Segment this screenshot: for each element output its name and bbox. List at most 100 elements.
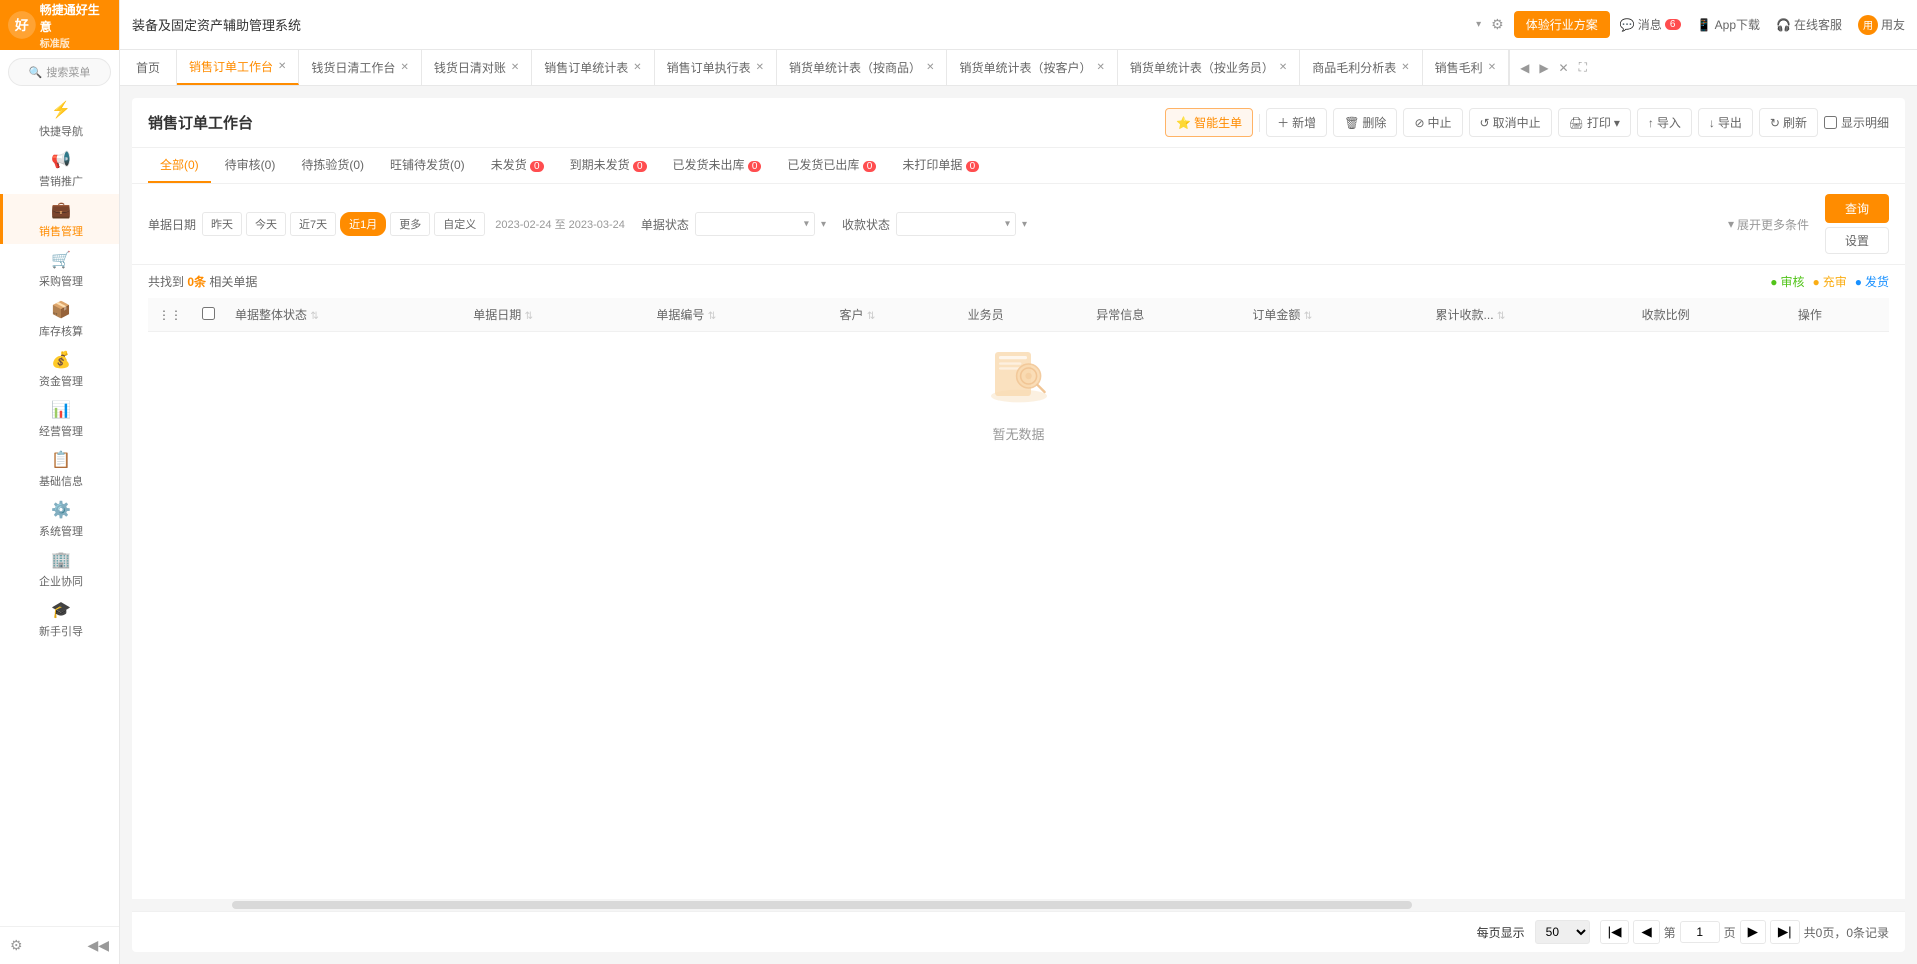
smart-create-button[interactable]: ⭐ 智能生单 xyxy=(1165,108,1253,137)
delete-button[interactable]: 🗑 删除 xyxy=(1333,108,1397,137)
sidebar-item-operations[interactable]: 📊 经营管理 xyxy=(0,394,119,444)
sub-tab-shipped-not-out[interactable]: 已发货未出库 0 xyxy=(661,148,774,183)
tab-cash-reconcile[interactable]: 钱货日清对账 ✕ xyxy=(422,50,532,85)
settings-footer-icon[interactable]: ⚙ xyxy=(10,937,23,954)
query-button[interactable]: 查询 xyxy=(1825,194,1889,223)
add-button[interactable]: ＋ 新增 xyxy=(1266,108,1327,137)
tab-close-icon[interactable]: ✕ xyxy=(278,62,286,72)
scrollbar-thumb[interactable] xyxy=(232,901,1412,909)
add-label: 新增 xyxy=(1292,114,1316,131)
status-select[interactable] xyxy=(695,212,815,236)
tab-close-icon[interactable]: ✕ xyxy=(756,63,764,73)
date-btn-1month[interactable]: 近1月 xyxy=(340,212,386,236)
search-menu-button[interactable]: 🔍 搜索菜单 xyxy=(8,58,111,86)
user-item[interactable]: 用 用友 xyxy=(1858,15,1905,35)
sort-customer-icon[interactable]: ⇅ xyxy=(867,311,875,322)
tab-gross-profit[interactable]: 商品毛利分析表 ✕ xyxy=(1300,50,1422,85)
tab-close-all-icon[interactable]: ✕ xyxy=(1555,59,1573,77)
sub-tab-pending-check[interactable]: 待拣验货(0) xyxy=(289,148,376,183)
date-btn-today[interactable]: 今天 xyxy=(246,212,286,236)
payment-select[interactable] xyxy=(896,212,1016,236)
tab-close-icon[interactable]: ✕ xyxy=(1488,63,1496,73)
sort-collected-icon[interactable]: ⇅ xyxy=(1497,311,1505,322)
sidebar-item-finance[interactable]: 💰 资金管理 xyxy=(0,344,119,394)
tab-close-icon[interactable]: ✕ xyxy=(1401,63,1409,73)
tab-close-icon[interactable]: ✕ xyxy=(1279,63,1287,73)
page-first-button[interactable]: |◀ xyxy=(1600,920,1630,944)
show-detail-checkbox[interactable] xyxy=(1824,116,1837,129)
sub-tab-pending-review[interactable]: 待审核(0) xyxy=(213,148,288,183)
page-size-select[interactable]: 50 100 200 xyxy=(1535,920,1590,944)
cancel-suspend-button[interactable]: ↺ 取消中止 xyxy=(1469,108,1552,137)
sub-tab-overdue[interactable]: 到期未发货 0 xyxy=(558,148,659,183)
tab-cash-daily[interactable]: 钱货日清工作台 ✕ xyxy=(299,50,421,85)
export-button[interactable]: ↓ 导出 xyxy=(1698,108,1753,137)
tab-home[interactable]: 首页 xyxy=(120,50,177,85)
delete-icon: 🗑 xyxy=(1344,116,1359,130)
col-number-label: 单据编号 xyxy=(656,308,704,322)
print-button[interactable]: 🖨 打印 ▾ xyxy=(1558,108,1631,137)
online-service-item[interactable]: 🎧 在线客服 xyxy=(1776,16,1842,33)
date-btn-yesterday[interactable]: 昨天 xyxy=(202,212,242,236)
sort-amount-icon[interactable]: ⇅ xyxy=(1304,311,1312,322)
tab-prev-icon[interactable]: ◀ xyxy=(1516,59,1533,77)
horizontal-scrollbar[interactable] xyxy=(132,899,1905,911)
batch-ship-button[interactable]: ● 发货 xyxy=(1855,273,1889,290)
tab-sales-workbench[interactable]: 销售订单工作台 ✕ xyxy=(177,50,299,85)
message-item[interactable]: 💬 消息 6 xyxy=(1620,16,1681,33)
sub-tab-wangpu[interactable]: 旺铺待发货(0) xyxy=(378,148,477,183)
tab-sales-stats[interactable]: 销售订单统计表 ✕ xyxy=(532,50,654,85)
refresh-button[interactable]: ↻ 刷新 xyxy=(1759,108,1818,137)
filter-settings-button[interactable]: 设置 xyxy=(1825,227,1889,254)
select-all-checkbox[interactable] xyxy=(202,307,215,320)
ship-label: 发货 xyxy=(1865,273,1889,290)
sidebar-item-system[interactable]: ⚙️ 系统管理 xyxy=(0,494,119,544)
date-btn-more[interactable]: 更多 xyxy=(390,212,430,236)
sort-status-icon[interactable]: ⇅ xyxy=(310,311,318,322)
app-download-item[interactable]: 📱 App下载 xyxy=(1697,16,1760,33)
experience-button[interactable]: 体验行业方案 xyxy=(1514,11,1610,38)
batch-revoke-button[interactable]: ● 充审 xyxy=(1812,273,1846,290)
tab-sales-summary-staff[interactable]: 销货单统计表（按业务员） ✕ xyxy=(1118,50,1300,85)
tab-close-icon[interactable]: ✕ xyxy=(926,63,934,73)
sidebar-item-inventory[interactable]: 📦 库存核算 xyxy=(0,294,119,344)
sub-tab-not-printed[interactable]: 未打印单据 0 xyxy=(890,148,991,183)
show-detail-checkbox-label[interactable]: 显示明细 xyxy=(1824,114,1889,131)
tab-next-icon[interactable]: ▶ xyxy=(1535,59,1552,77)
sidebar-item-marketing[interactable]: 📢 营销推广 xyxy=(0,144,119,194)
page-prev-button[interactable]: ◀ xyxy=(1633,920,1659,944)
sidebar-item-enterprise[interactable]: 🏢 企业协同 xyxy=(0,544,119,594)
tab-sales-exec[interactable]: 销售订单执行表 ✕ xyxy=(655,50,777,85)
date-btn-custom[interactable]: 自定义 xyxy=(434,212,485,236)
tab-label: 销货单统计表（按客户） xyxy=(959,59,1091,76)
sidebar-item-guide[interactable]: 🎓 新手引导 xyxy=(0,594,119,644)
sidebar-item-purchase[interactable]: 🛒 采购管理 xyxy=(0,244,119,294)
expand-conditions-button[interactable]: ▾ 展开更多条件 xyxy=(1728,216,1809,233)
sort-number-icon[interactable]: ⇅ xyxy=(708,311,716,322)
import-button[interactable]: ↑ 导入 xyxy=(1637,108,1692,137)
tab-sales-summary-product[interactable]: 销货单统计表（按商品） ✕ xyxy=(777,50,947,85)
tab-sales-summary-customer[interactable]: 销货单统计表（按客户） ✕ xyxy=(947,50,1117,85)
sidebar-item-quick-nav[interactable]: ⚡ 快捷导航 xyxy=(0,94,119,144)
page-last-button[interactable]: ▶| xyxy=(1770,920,1800,944)
sub-tab-shipped-out[interactable]: 已发货已出库 0 xyxy=(775,148,888,183)
suspend-button[interactable]: ⊘ 中止 xyxy=(1403,108,1462,137)
tab-maximize-icon[interactable]: ⛶ xyxy=(1575,58,1591,77)
system-dropdown-icon[interactable]: ▾ xyxy=(1476,19,1481,30)
page-number-input[interactable] xyxy=(1680,921,1720,943)
page-next-button[interactable]: ▶ xyxy=(1740,920,1766,944)
collapse-icon[interactable]: ◀◀ xyxy=(87,937,109,954)
sidebar-item-sales[interactable]: 💼 销售管理 xyxy=(0,194,119,244)
tab-sales-gross[interactable]: 销售毛利 ✕ xyxy=(1423,50,1509,85)
tab-close-icon[interactable]: ✕ xyxy=(633,63,641,73)
sort-date-icon[interactable]: ⇅ xyxy=(525,311,533,322)
batch-audit-button[interactable]: ● 审核 xyxy=(1770,273,1804,290)
date-btn-7days[interactable]: 近7天 xyxy=(290,212,336,236)
sub-tab-all[interactable]: 全部(0) xyxy=(148,148,211,183)
header-gear-icon[interactable]: ⚙ xyxy=(1491,16,1504,33)
tab-close-icon[interactable]: ✕ xyxy=(400,63,408,73)
sidebar-item-basic-info[interactable]: 📋 基础信息 xyxy=(0,444,119,494)
tab-close-icon[interactable]: ✕ xyxy=(511,63,519,73)
sub-tab-not-shipped[interactable]: 未发货 0 xyxy=(479,148,556,183)
tab-close-icon[interactable]: ✕ xyxy=(1096,63,1104,73)
